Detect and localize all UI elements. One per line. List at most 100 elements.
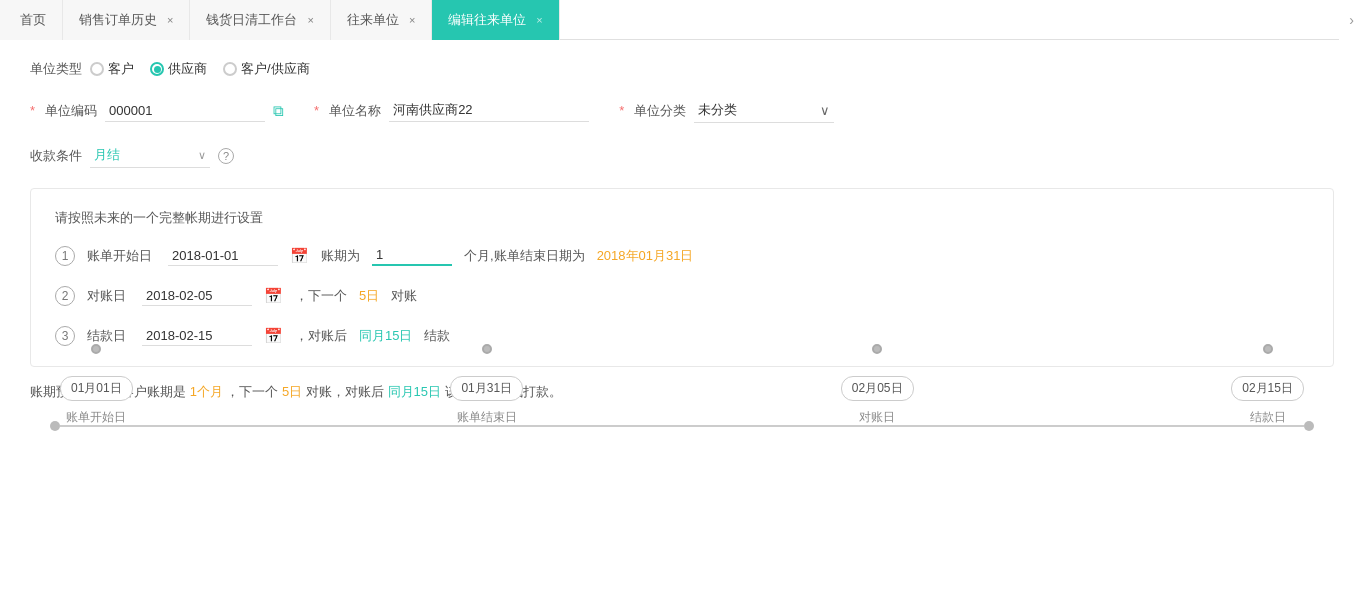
tab-edit-partner[interactable]: 编辑往来单位 ×	[432, 0, 559, 40]
timeline-right-cap	[1304, 421, 1314, 431]
payment-suffix-pre: ，对账后	[295, 327, 347, 345]
category-arrow-icon: ∨	[820, 103, 830, 118]
unit-category-value: 未分类	[698, 101, 814, 119]
timeline-dot-3	[872, 344, 882, 354]
period-end-date: 2018年01月31日	[597, 247, 694, 265]
setting-row-2: 2 对账日 📅 ，下一个 5日 对账	[55, 286, 1309, 306]
setting-label-2: 对账日	[87, 287, 126, 305]
timeline-point-2: 01月31日 账单结束日	[450, 344, 523, 426]
tab-sales-history-close[interactable]: ×	[167, 14, 173, 26]
unit-code-group: * 单位编码 ⧉	[30, 100, 284, 122]
unit-name-star: *	[314, 103, 319, 118]
setting-label-1: 账单开始日	[87, 247, 152, 265]
tab-home-label: 首页	[20, 11, 46, 29]
payment-date-input[interactable]	[142, 326, 252, 346]
timeline-left-cap	[50, 421, 60, 431]
timeline-label-3: 对账日	[859, 409, 895, 426]
timeline-point-3: 02月05日 对账日	[841, 344, 914, 426]
tab-sales-history[interactable]: 销售订单历史 ×	[63, 0, 190, 40]
radio-customer[interactable]: 客户	[90, 60, 134, 78]
payment-value: 月结	[94, 146, 192, 164]
reconcile-date-calendar-icon[interactable]: 📅	[264, 287, 283, 305]
tab-partner-label: 往来单位	[347, 11, 399, 29]
timeline-points: 01月01日 账单开始日 01月31日 账单结束日 02月05日 对账日	[60, 385, 1304, 467]
unit-type-row: 单位类型 客户 供应商 客户/供应商	[30, 60, 1334, 78]
payment-select[interactable]: 月结 ∨	[90, 143, 210, 168]
timeline-line: 01月01日 账单开始日 01月31日 账单结束日 02月05日 对账日	[60, 425, 1304, 427]
tab-partner-close[interactable]: ×	[409, 14, 415, 26]
reconcile-suffix-pre: ，下一个	[295, 287, 347, 305]
section-hint: 请按照未来的一个完整帐期进行设置	[55, 209, 1309, 227]
payment-suffix-post: 结款	[424, 327, 450, 345]
reconcile-suffix-post: 对账	[391, 287, 417, 305]
setting-num-1: 1	[55, 246, 75, 266]
setting-num-2: 2	[55, 286, 75, 306]
setting-row-3: 3 结款日 📅 ，对账后 同月15日 结款	[55, 326, 1309, 346]
payment-date-calendar-icon[interactable]: 📅	[264, 327, 283, 345]
unit-name-input[interactable]	[389, 100, 589, 122]
unit-type-group: 单位类型 客户 供应商 客户/供应商	[30, 60, 310, 78]
tab-cash-work-close[interactable]: ×	[307, 14, 313, 26]
unit-category-group: * 单位分类 未分类 ∨	[619, 98, 834, 123]
period-label-pre: 账期为	[321, 247, 360, 265]
timeline-badge-4: 02月15日	[1231, 376, 1304, 401]
radio-group: 客户 供应商 客户/供应商	[90, 60, 310, 78]
payment-label: 收款条件	[30, 147, 82, 165]
timeline-badge-2: 01月31日	[450, 376, 523, 401]
tab-cash-work-label: 钱货日清工作台	[206, 11, 297, 29]
tab-cash-work[interactable]: 钱货日清工作台 ×	[190, 0, 330, 40]
radio-both-circle	[223, 62, 237, 76]
timeline-dot-1	[91, 344, 101, 354]
payment-row: 收款条件 月结 ∨ ?	[30, 143, 1334, 168]
unit-name-group: * 单位名称	[314, 100, 589, 122]
timeline-point-4: 02月15日 结款日	[1231, 344, 1304, 426]
timeline-label-2: 账单结束日	[457, 409, 517, 426]
radio-customer-circle	[90, 62, 104, 76]
unit-category-star: *	[619, 103, 624, 118]
timeline-badge-1: 01月01日	[60, 376, 133, 401]
timeline: 01月01日 账单开始日 01月31日 账单结束日 02月05日 对账日	[50, 421, 1314, 431]
unit-name-label: 单位名称	[329, 102, 381, 120]
unit-type-label: 单位类型	[30, 60, 82, 78]
timeline-badge-3: 02月05日	[841, 376, 914, 401]
timeline-label-4: 结款日	[1250, 409, 1286, 426]
tab-home[interactable]: 首页	[0, 0, 63, 40]
unit-code-label: 单位编码	[45, 102, 97, 120]
timeline-label-1: 账单开始日	[66, 409, 126, 426]
setting-row-1: 1 账单开始日 📅 账期为 个月,账单结束日期为 2018年01月31日	[55, 245, 1309, 266]
tab-edit-partner-label: 编辑往来单位	[448, 11, 526, 29]
timeline-dot-2	[482, 344, 492, 354]
payment-suffix-highlight: 同月15日	[359, 327, 412, 345]
radio-supplier-label: 供应商	[168, 60, 207, 78]
period-input[interactable]	[372, 245, 452, 266]
radio-supplier[interactable]: 供应商	[150, 60, 207, 78]
radio-supplier-circle	[150, 62, 164, 76]
tab-edit-partner-close[interactable]: ×	[536, 14, 542, 26]
tab-sales-history-label: 销售订单历史	[79, 11, 157, 29]
timeline-point-1: 01月01日 账单开始日	[60, 344, 133, 426]
tab-scroll-right[interactable]: ›	[1339, 0, 1364, 40]
setting-num-3: 3	[55, 326, 75, 346]
tab-partner[interactable]: 往来单位 ×	[331, 0, 432, 40]
reconcile-date-input[interactable]	[142, 286, 252, 306]
payment-group: 收款条件 月结 ∨ ?	[30, 143, 234, 168]
payment-help-icon[interactable]: ?	[218, 148, 234, 164]
timeline-wrapper: 01月01日 账单开始日 01月31日 账单结束日 02月05日 对账日	[30, 421, 1334, 491]
tabs-bar: 首页 销售订单历史 × 钱货日清工作台 × 往来单位 × 编辑往来单位 × ›	[0, 0, 1364, 40]
timeline-dot-4	[1263, 344, 1273, 354]
payment-arrow-icon: ∨	[198, 149, 206, 162]
start-date-input[interactable]	[168, 246, 278, 266]
unit-category-select[interactable]: 未分类 ∨	[694, 98, 834, 123]
radio-both[interactable]: 客户/供应商	[223, 60, 310, 78]
copy-icon[interactable]: ⧉	[273, 102, 284, 120]
period-label-post: 个月,账单结束日期为	[464, 247, 585, 265]
main-content: 单位类型 客户 供应商 客户/供应商 * 单位编码	[0, 40, 1364, 608]
unit-code-input[interactable]	[105, 100, 265, 122]
radio-both-label: 客户/供应商	[241, 60, 310, 78]
unit-category-label: 单位分类	[634, 102, 686, 120]
start-date-calendar-icon[interactable]: 📅	[290, 247, 309, 265]
settings-section: 请按照未来的一个完整帐期进行设置 1 账单开始日 📅 账期为 个月,账单结束日期…	[30, 188, 1334, 367]
setting-label-3: 结款日	[87, 327, 126, 345]
radio-customer-label: 客户	[108, 60, 134, 78]
unit-info-row: * 单位编码 ⧉ * 单位名称 * 单位分类 未分类 ∨	[30, 98, 1334, 123]
